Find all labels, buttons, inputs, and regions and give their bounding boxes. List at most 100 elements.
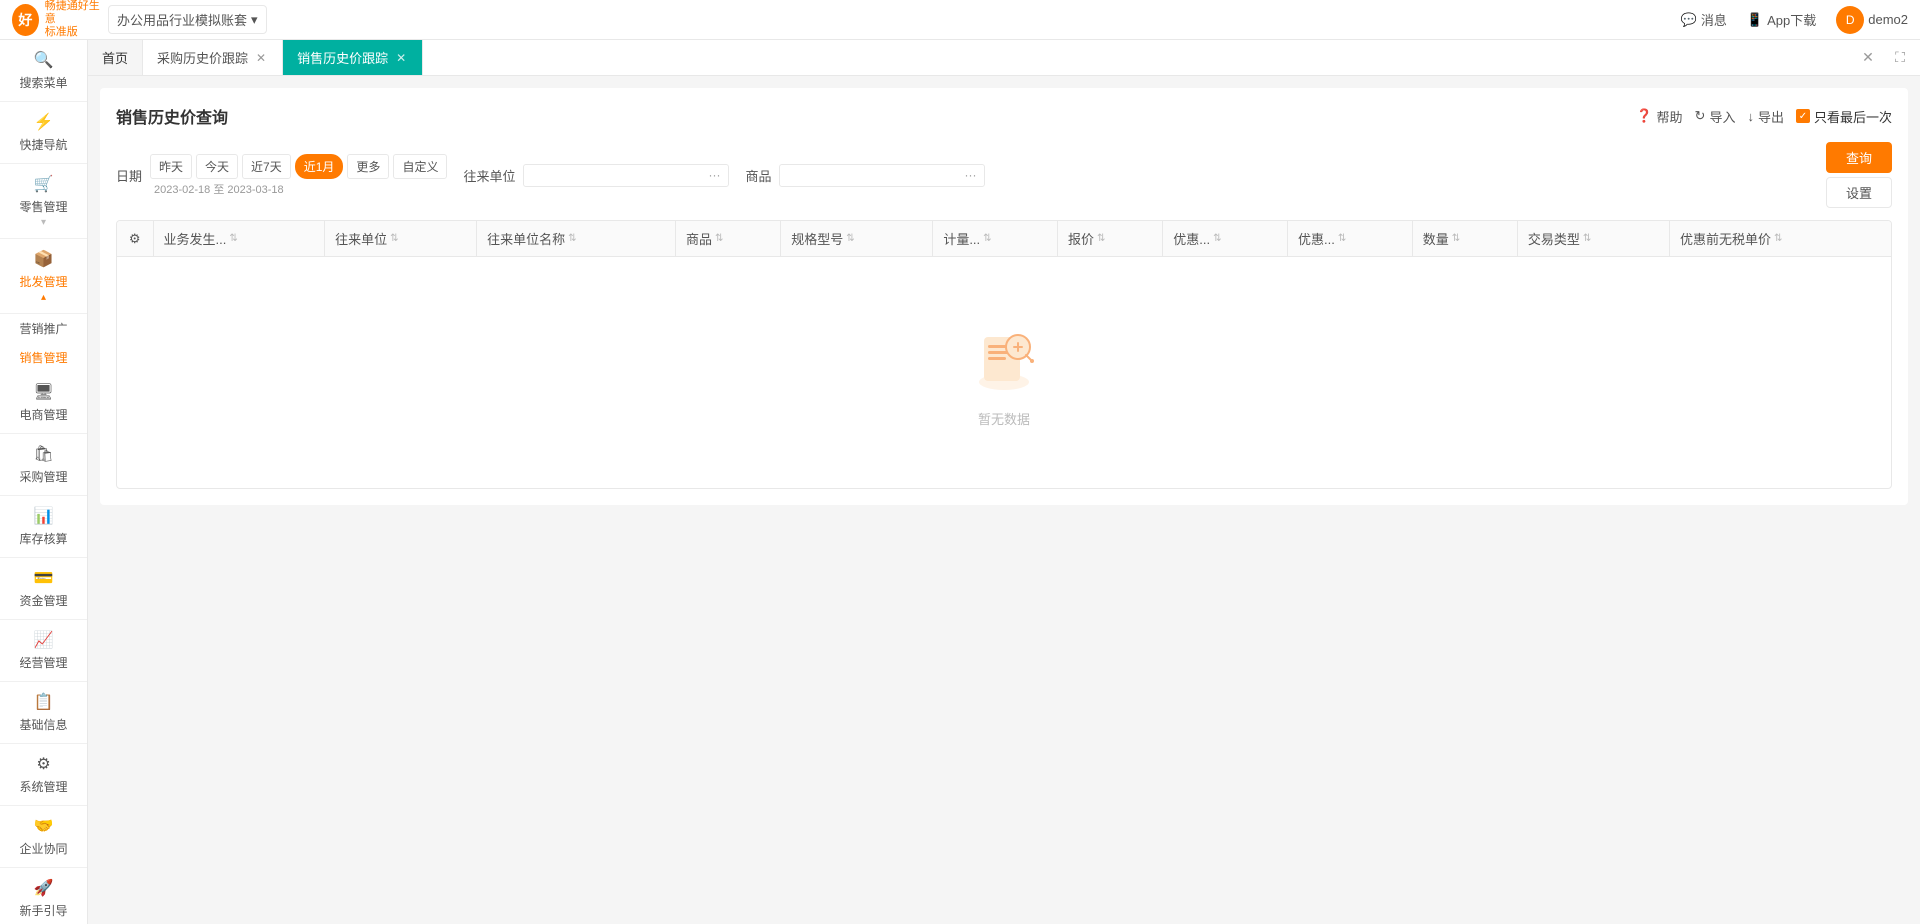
table-header-row: ⚙ 业务发生... ⇅ 往来单 xyxy=(117,221,1891,257)
date-btn-1month[interactable]: 近1月 xyxy=(295,154,344,179)
search-button[interactable]: 查询 xyxy=(1826,142,1892,173)
goods-input-wrapper[interactable]: ··· xyxy=(779,164,985,187)
sidebar-item-wholesale[interactable]: 📦 批发管理 ▴ xyxy=(0,239,87,314)
sort-icon: ⇅ xyxy=(1097,233,1105,244)
sidebar-item-quick-nav[interactable]: ⚡ 快捷导航 xyxy=(0,102,87,164)
goods-filter-group: 商品 ··· xyxy=(745,164,985,187)
chevron-down-icon: ▾ xyxy=(251,12,258,28)
close-icon[interactable]: ✕ xyxy=(254,51,268,65)
partner-label: 往来单位 xyxy=(463,166,515,185)
date-btn-7days[interactable]: 近7天 xyxy=(242,154,291,179)
message-icon: 💬 xyxy=(1681,12,1697,28)
sidebar-item-search[interactable]: 🔍 搜索菜单 xyxy=(0,40,87,102)
sidebar-item-label: 零售管理 xyxy=(19,198,67,215)
cart-icon: 🛒 xyxy=(34,174,54,194)
partner-filter-group: 往来单位 ··· xyxy=(463,164,729,187)
workspace-dropdown[interactable]: 办公用品行业模拟账套 ▾ xyxy=(108,5,267,34)
sidebar-item-label: 经营管理 xyxy=(19,654,67,671)
page-title-row: 销售历史价查询 ❓ 帮助 ↻ 导入 ↓ 导出 xyxy=(116,104,1892,128)
date-label: 日期 xyxy=(116,166,142,185)
maximize-btn[interactable]: ⛶ xyxy=(1888,46,1912,70)
lightning-icon: ⚡ xyxy=(34,112,54,132)
table-header-price[interactable]: 报价 ⇅ xyxy=(1058,221,1163,257)
logo-icon: 好 xyxy=(12,4,39,36)
date-filter-group: 日期 昨天 今天 近7天 近1月 更多 自定义 2023-02-18 至 202… xyxy=(116,154,447,197)
sidebar-item-guide[interactable]: 🚀 新手引导 xyxy=(0,868,87,924)
sort-icon: ⇅ xyxy=(983,233,991,244)
sidebar-item-basic-info[interactable]: 📋 基础信息 xyxy=(0,682,87,744)
app-download-btn[interactable]: 📱 App下载 xyxy=(1747,10,1816,29)
only-last-checkbox[interactable]: ✓ 只看最后一次 xyxy=(1796,107,1892,126)
tab-label: 采购历史价跟踪 xyxy=(157,48,248,67)
rocket-icon: 🚀 xyxy=(34,878,54,898)
export-btn[interactable]: ↓ 导出 xyxy=(1747,107,1784,126)
tab-purchase[interactable]: 采购历史价跟踪 ✕ xyxy=(143,40,283,75)
tab-sales[interactable]: 销售历史价跟踪 ✕ xyxy=(283,40,423,75)
table-header-discount2[interactable]: 优惠... ⇅ xyxy=(1287,221,1412,257)
table-header-trade-type[interactable]: 交易类型 ⇅ xyxy=(1517,221,1669,257)
close-tab-btn[interactable]: ✕ xyxy=(1856,46,1880,70)
user-menu[interactable]: D demo2 xyxy=(1836,6,1908,34)
main-layout: 🔍 搜索菜单 ⚡ 快捷导航 🛒 零售管理 ▾ 📦 批发管理 ▴ 营销推广 销售管… xyxy=(0,40,1920,924)
bag-icon: 🛍 xyxy=(33,444,53,464)
help-btn[interactable]: ❓ 帮助 xyxy=(1636,107,1682,126)
setting-button[interactable]: 设置 xyxy=(1826,177,1892,208)
handshake-icon: 🤝 xyxy=(34,816,54,836)
table-header-pretax-price[interactable]: 优惠前无税单价 ⇅ xyxy=(1669,221,1891,257)
tab-home[interactable]: 首页 xyxy=(88,40,143,75)
sort-icon: ⇅ xyxy=(229,233,237,244)
sidebar-item-purchase-mgr[interactable]: 🛍 采购管理 xyxy=(0,434,87,496)
message-btn[interactable]: 💬 消息 xyxy=(1681,10,1727,29)
trending-icon: 📈 xyxy=(34,630,54,650)
table-header-qty[interactable]: 数量 ⇅ xyxy=(1412,221,1517,257)
sidebar-item-ecommerce[interactable]: 🖥 电商管理 xyxy=(0,372,87,434)
partner-input[interactable] xyxy=(532,168,708,183)
gear-icon: ⚙ xyxy=(129,231,141,246)
table-header-spec[interactable]: 规格型号 ⇅ xyxy=(781,221,933,257)
date-btn-today[interactable]: 今天 xyxy=(196,154,238,179)
sidebar-item-enterprise[interactable]: 🤝 企业协同 xyxy=(0,806,87,868)
sidebar-item-inventory[interactable]: 📊 库存核算 xyxy=(0,496,87,558)
page-card: 销售历史价查询 ❓ 帮助 ↻ 导入 ↓ 导出 xyxy=(100,88,1908,505)
date-btn-custom[interactable]: 自定义 xyxy=(393,154,447,179)
sort-icon: ⇅ xyxy=(846,233,854,244)
sort-icon: ⇅ xyxy=(1452,233,1460,244)
date-btn-more[interactable]: 更多 xyxy=(347,154,389,179)
table-header-unit[interactable]: 计量... ⇅ xyxy=(933,221,1058,257)
table-header-partner-name[interactable]: 往来单位名称 ⇅ xyxy=(477,221,676,257)
sort-icon: ⇅ xyxy=(1583,233,1591,244)
chart-icon: 📊 xyxy=(34,506,54,526)
page-actions: ❓ 帮助 ↻ 导入 ↓ 导出 ✓ 只看最后一次 xyxy=(1636,107,1892,126)
data-table: ⚙ 业务发生... ⇅ 往来单 xyxy=(117,221,1891,257)
table-header-biz-date[interactable]: 业务发生... ⇅ xyxy=(153,221,325,257)
sidebar-item-finance[interactable]: 💳 资金管理 xyxy=(0,558,87,620)
sort-icon: ⇅ xyxy=(390,233,398,244)
goods-input[interactable] xyxy=(788,168,964,183)
close-icon[interactable]: ✕ xyxy=(394,51,408,65)
sidebar-item-sales-mgr[interactable]: 销售管理 xyxy=(0,343,87,372)
sidebar-item-label: 系统管理 xyxy=(19,778,67,795)
goods-label: 商品 xyxy=(745,166,771,185)
sidebar-item-system[interactable]: ⚙ 系统管理 xyxy=(0,744,87,806)
sidebar-item-operation[interactable]: 📈 经营管理 xyxy=(0,620,87,682)
sidebar-item-label: 采购管理 xyxy=(19,468,67,485)
partner-input-wrapper[interactable]: ··· xyxy=(523,164,729,187)
date-btn-yesterday[interactable]: 昨天 xyxy=(150,154,192,179)
tab-label: 首页 xyxy=(102,48,128,67)
sidebar-item-label: 批发管理 xyxy=(19,273,67,290)
table-header-discount1[interactable]: 优惠... ⇅ xyxy=(1163,221,1288,257)
phone-icon: 📱 xyxy=(1747,12,1763,28)
dots-icon: ··· xyxy=(708,168,720,182)
search-icon: 🔍 xyxy=(34,50,54,70)
table-header-goods[interactable]: 商品 ⇅ xyxy=(676,221,781,257)
help-icon: ❓ xyxy=(1636,108,1652,124)
sidebar-item-label: 电商管理 xyxy=(19,406,67,423)
import-btn[interactable]: ↻ 导入 xyxy=(1695,107,1736,126)
sidebar-item-marketing[interactable]: 营销推广 xyxy=(0,314,87,343)
sidebar-item-label: 新手引导 xyxy=(19,902,67,919)
page-content: 销售历史价查询 ❓ 帮助 ↻ 导入 ↓ 导出 xyxy=(88,76,1920,924)
table-header-gear[interactable]: ⚙ xyxy=(117,221,153,257)
sidebar-item-retail[interactable]: 🛒 零售管理 ▾ xyxy=(0,164,87,239)
table-header-partner-code[interactable]: 往来单位 ⇅ xyxy=(325,221,477,257)
chevron-up-icon: ▴ xyxy=(41,292,46,303)
